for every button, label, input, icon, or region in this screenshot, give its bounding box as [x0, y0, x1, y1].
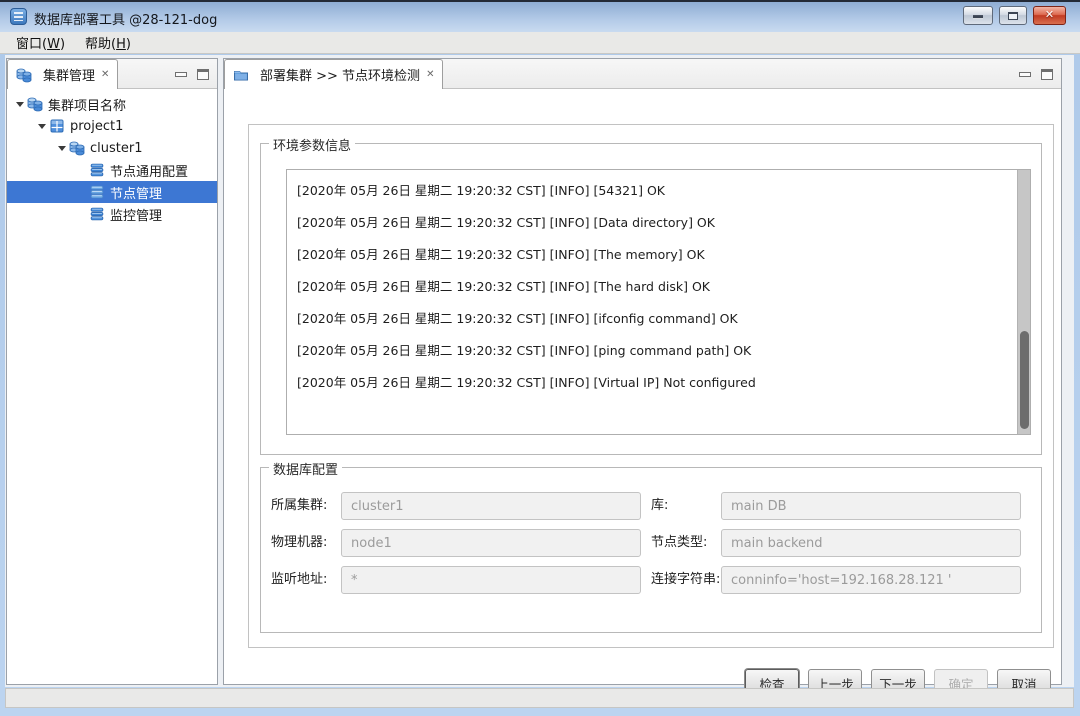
panel-maximize-icon[interactable]: [1041, 69, 1053, 80]
env-params-group: 环境参数信息 [2020年 05月 26日 星期二 19:20:32 CST] …: [260, 143, 1042, 455]
tab-cluster-management[interactable]: 集群管理 ✕: [7, 59, 118, 89]
cluster-tree: 集群项目名称 project1 cluster1 节点通用配置: [7, 90, 217, 684]
db-config-group-title: 数据库配置: [269, 459, 342, 478]
panel-minimize-icon[interactable]: [1019, 72, 1031, 77]
menu-window[interactable]: 窗口(W): [6, 31, 75, 54]
env-check-container: 环境参数信息 [2020年 05月 26日 星期二 19:20:32 CST] …: [248, 124, 1054, 648]
env-log-lines: [2020年 05月 26日 星期二 19:20:32 CST] [INFO] …: [297, 175, 1010, 399]
maximize-icon: [1008, 12, 1018, 20]
menu-help-pre: 帮助(: [85, 37, 116, 52]
env-log-textarea[interactable]: [2020年 05月 26日 星期二 19:20:32 CST] [INFO] …: [286, 169, 1031, 435]
log-line: [2020年 05月 26日 星期二 19:20:32 CST] [INFO] …: [297, 239, 1010, 271]
left-panel-header: 集群管理 ✕: [7, 59, 217, 89]
db-config-row-3: 监听地址: 连接字符串:: [261, 566, 1041, 594]
field-label-conn-string: 连接字符串:: [651, 566, 720, 594]
field-label-cluster: 所属集群:: [271, 492, 327, 520]
log-line: [2020年 05月 26日 星期二 19:20:32 CST] [INFO] …: [297, 367, 1010, 399]
window-title: 数据库部署工具 @28-121-dog: [34, 9, 217, 28]
database-icon: [89, 206, 105, 222]
log-line: [2020年 05月 26日 星期二 19:20:32 CST] [INFO] …: [297, 175, 1010, 207]
field-label-machine: 物理机器:: [271, 529, 327, 557]
tree-item-node-management[interactable]: 节点管理: [7, 181, 217, 203]
tree-item-label: 监控管理: [110, 205, 162, 224]
listen-address-field: [341, 566, 641, 594]
menu-bar: 窗口(W) 帮助(H): [0, 32, 1080, 54]
app-window: 数据库部署工具 @28-121-dog ✕ 窗口(W) 帮助(H): [0, 0, 1080, 716]
right-panel-buttons: [1019, 59, 1053, 89]
field-label-db: 库:: [651, 492, 668, 520]
tree-item-label: 集群项目名称: [48, 95, 126, 114]
machine-field: [341, 529, 641, 557]
right-panel-header: 部署集群 >> 节点环境检测 ✕: [224, 59, 1061, 89]
log-scrollbar[interactable]: [1017, 170, 1030, 434]
cluster-icon: [69, 140, 85, 156]
field-label-node-type: 节点类型:: [651, 529, 707, 557]
conn-string-field: [721, 566, 1021, 594]
app-icon: [10, 8, 27, 25]
db-field: [721, 492, 1021, 520]
close-icon: ✕: [1034, 8, 1065, 21]
log-line: [2020年 05月 26日 星期二 19:20:32 CST] [INFO] …: [297, 271, 1010, 303]
tab-label: 部署集群 >> 节点环境检测: [260, 65, 420, 84]
expand-arrow-icon[interactable]: [55, 146, 69, 151]
tree-item-label: 节点通用配置: [110, 161, 188, 180]
env-params-group-title: 环境参数信息: [269, 135, 355, 154]
node-env-check-panel: 部署集群 >> 节点环境检测 ✕ 环境参数信息 [2020年 05月 26日: [223, 58, 1062, 685]
folder-icon: [233, 67, 249, 83]
tree-item-node-common-config[interactable]: 节点通用配置: [7, 159, 217, 181]
database-icon: [89, 162, 105, 178]
tree-item-label: cluster1: [90, 141, 142, 156]
tree-item-cluster-project-root[interactable]: 集群项目名称: [7, 93, 217, 115]
cluster-icon: [27, 96, 43, 112]
menu-help-suf: ): [126, 37, 131, 52]
menu-window-key: W: [47, 37, 60, 52]
tab-node-env-check[interactable]: 部署集群 >> 节点环境检测 ✕: [224, 59, 443, 89]
expand-arrow-icon[interactable]: [35, 124, 49, 129]
database-icon: [89, 184, 105, 200]
log-line: [2020年 05月 26日 星期二 19:20:32 CST] [INFO] …: [297, 207, 1010, 239]
tab-close-icon[interactable]: ✕: [101, 70, 109, 80]
env-check-content: 环境参数信息 [2020年 05月 26日 星期二 19:20:32 CST] …: [224, 90, 1061, 684]
menu-help-key: H: [116, 37, 126, 52]
panel-maximize-icon[interactable]: [197, 69, 209, 80]
menu-help[interactable]: 帮助(H): [75, 31, 141, 54]
workbench-area: 集群管理 ✕ 集群项目名称 project1: [5, 55, 1074, 687]
title-bar: 数据库部署工具 @28-121-dog ✕: [0, 2, 1080, 32]
panel-minimize-icon[interactable]: [175, 72, 187, 77]
project-icon: [49, 118, 65, 134]
close-button[interactable]: ✕: [1033, 6, 1066, 25]
tab-label: 集群管理: [43, 65, 95, 84]
db-config-row-2: 物理机器: 节点类型:: [261, 529, 1041, 557]
minimize-button[interactable]: [963, 6, 993, 25]
tree-item-label: project1: [70, 119, 123, 134]
tree-item-label: 节点管理: [110, 183, 162, 202]
menu-window-suf: ): [60, 37, 65, 52]
field-label-listen-address: 监听地址:: [271, 566, 327, 594]
log-scrollbar-thumb[interactable]: [1020, 331, 1029, 429]
window-controls: ✕: [963, 6, 1066, 25]
expand-arrow-icon[interactable]: [13, 102, 27, 107]
menu-window-pre: 窗口(: [16, 37, 47, 52]
tab-close-icon[interactable]: ✕: [426, 70, 434, 80]
tree-item-project1[interactable]: project1: [7, 115, 217, 137]
log-line: [2020年 05月 26日 星期二 19:20:32 CST] [INFO] …: [297, 303, 1010, 335]
db-config-group: 数据库配置 所属集群: 库: 物理机器: 节点类型:: [260, 467, 1042, 633]
cluster-management-panel: 集群管理 ✕ 集群项目名称 project1: [6, 58, 218, 685]
node-type-field: [721, 529, 1021, 557]
status-bar: [5, 688, 1074, 708]
left-panel-buttons: [175, 59, 209, 89]
db-config-row-1: 所属集群: 库:: [261, 492, 1041, 520]
tree-item-monitor-management[interactable]: 监控管理: [7, 203, 217, 225]
tree-item-cluster1[interactable]: cluster1: [7, 137, 217, 159]
log-line: [2020年 05月 26日 星期二 19:20:32 CST] [INFO] …: [297, 335, 1010, 367]
minimize-icon: [973, 15, 983, 18]
maximize-button[interactable]: [999, 6, 1027, 25]
cluster-field: [341, 492, 641, 520]
cluster-icon: [16, 67, 32, 83]
